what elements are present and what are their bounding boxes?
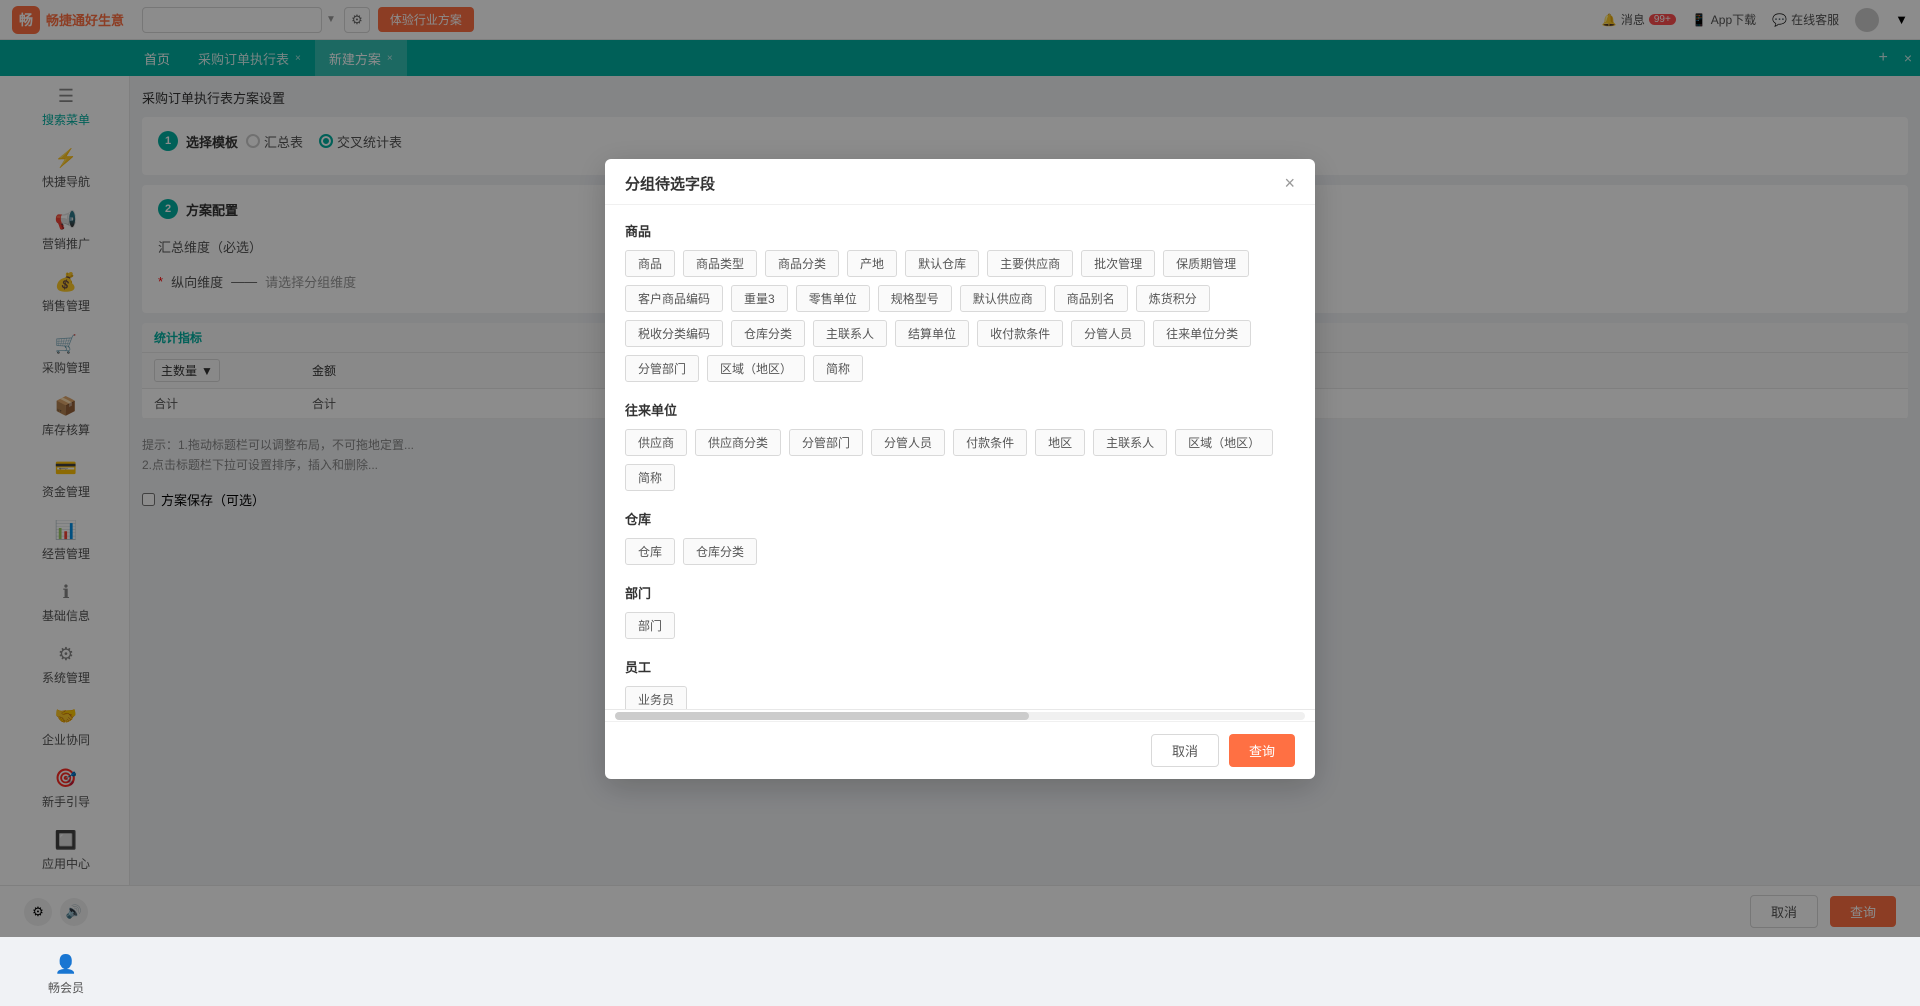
section-goods: 商品 商品 商品类型 商品分类 产地 默认仓库 主要供应商 批次管理 保质期管理… bbox=[625, 221, 1295, 382]
field-tag-goods-alias[interactable]: 商品别名 bbox=[1054, 285, 1128, 312]
member-icon: 👤 bbox=[55, 954, 77, 975]
field-tag-origin[interactable]: 产地 bbox=[847, 250, 897, 277]
section-employee: 员工 业务员 bbox=[625, 657, 1295, 709]
section-warehouse: 仓库 仓库 仓库分类 bbox=[625, 509, 1295, 565]
modal-footer: 取消 查询 bbox=[605, 721, 1315, 779]
field-tag-customer-goods-code[interactable]: 客户商品编码 bbox=[625, 285, 723, 312]
field-tag-cp-main-contact[interactable]: 主联系人 bbox=[1093, 429, 1167, 456]
sidebar-item-member[interactable]: 👤 畅会员 bbox=[0, 944, 129, 1006]
modal-h-scrollbar-area bbox=[605, 709, 1315, 721]
section-goods-tags: 商品 商品类型 商品分类 产地 默认仓库 主要供应商 批次管理 保质期管理 客户… bbox=[625, 250, 1295, 382]
field-tag-settlement-unit[interactable]: 结算单位 bbox=[895, 320, 969, 347]
field-tag-wh-category[interactable]: 仓库分类 bbox=[683, 538, 757, 565]
field-tag-goods[interactable]: 商品 bbox=[625, 250, 675, 277]
section-department-title: 部门 bbox=[625, 583, 1295, 602]
field-tag-retail-unit[interactable]: 零售单位 bbox=[796, 285, 870, 312]
field-tag-goods-type[interactable]: 商品类型 bbox=[683, 250, 757, 277]
modal-header: 分组待选字段 × bbox=[605, 159, 1315, 205]
section-employee-title: 员工 bbox=[625, 657, 1295, 676]
field-tag-manager[interactable]: 分管人员 bbox=[1071, 320, 1145, 347]
field-tag-cp-manager[interactable]: 分管人员 bbox=[871, 429, 945, 456]
field-tag-cp-area[interactable]: 区域（地区） bbox=[1175, 429, 1273, 456]
field-tag-supplier[interactable]: 供应商 bbox=[625, 429, 687, 456]
field-tag-default-supplier[interactable]: 默认供应商 bbox=[960, 285, 1046, 312]
field-tag-cp-payment[interactable]: 付款条件 bbox=[953, 429, 1027, 456]
section-goods-title: 商品 bbox=[625, 221, 1295, 240]
field-tag-shelf-life[interactable]: 保质期管理 bbox=[1163, 250, 1249, 277]
field-selection-modal: 分组待选字段 × 商品 商品 商品类型 商品分类 产地 默认仓库 主要供应商 批… bbox=[605, 159, 1315, 779]
field-tag-batch-mgmt[interactable]: 批次管理 bbox=[1081, 250, 1155, 277]
field-tag-wh[interactable]: 仓库 bbox=[625, 538, 675, 565]
modal-body: 商品 商品 商品类型 商品分类 产地 默认仓库 主要供应商 批次管理 保质期管理… bbox=[605, 205, 1315, 709]
section-counterpart-tags: 供应商 供应商分类 分管部门 分管人员 付款条件 地区 主联系人 区域（地区） … bbox=[625, 429, 1295, 491]
field-tag-cp-short-name[interactable]: 简称 bbox=[625, 464, 675, 491]
field-tag-salesperson[interactable]: 业务员 bbox=[625, 686, 687, 709]
modal-cancel-button[interactable]: 取消 bbox=[1151, 734, 1219, 767]
field-tag-short-name[interactable]: 简称 bbox=[813, 355, 863, 382]
section-employee-tags: 业务员 bbox=[625, 686, 1295, 709]
field-tag-weight3[interactable]: 重量3 bbox=[731, 285, 788, 312]
section-counterpart-title: 往来单位 bbox=[625, 400, 1295, 419]
section-department: 部门 部门 bbox=[625, 583, 1295, 639]
field-tag-warehouse-category[interactable]: 仓库分类 bbox=[731, 320, 805, 347]
field-tag-goods-category[interactable]: 商品分类 bbox=[765, 250, 839, 277]
h-scrollbar-track[interactable] bbox=[615, 712, 1305, 720]
field-tag-supplier-category[interactable]: 供应商分类 bbox=[695, 429, 781, 456]
field-tag-division-dept[interactable]: 分管部门 bbox=[625, 355, 699, 382]
field-tag-payment-terms[interactable]: 收付款条件 bbox=[977, 320, 1063, 347]
field-tag-spec-model[interactable]: 规格型号 bbox=[878, 285, 952, 312]
modal-confirm-button[interactable]: 查询 bbox=[1229, 734, 1295, 767]
section-department-tags: 部门 bbox=[625, 612, 1295, 639]
modal-title: 分组待选字段 bbox=[625, 173, 715, 194]
modal-close-icon[interactable]: × bbox=[1284, 173, 1295, 194]
section-counterpart: 往来单位 供应商 供应商分类 分管部门 分管人员 付款条件 地区 主联系人 区域… bbox=[625, 400, 1295, 491]
field-tag-counterpart-category[interactable]: 往来单位分类 bbox=[1153, 320, 1251, 347]
field-tag-default-warehouse[interactable]: 默认仓库 bbox=[905, 250, 979, 277]
section-warehouse-tags: 仓库 仓库分类 bbox=[625, 538, 1295, 565]
field-tag-main-supplier[interactable]: 主要供应商 bbox=[987, 250, 1073, 277]
modal-overlay[interactable]: 分组待选字段 × 商品 商品 商品类型 商品分类 产地 默认仓库 主要供应商 批… bbox=[0, 0, 1920, 937]
h-scrollbar-thumb[interactable] bbox=[615, 712, 1029, 720]
field-tag-dept[interactable]: 部门 bbox=[625, 612, 675, 639]
field-tag-smelting-points[interactable]: 炼货积分 bbox=[1136, 285, 1210, 312]
field-tag-tax-code[interactable]: 税收分类编码 bbox=[625, 320, 723, 347]
section-warehouse-title: 仓库 bbox=[625, 509, 1295, 528]
field-tag-cp-division-dept[interactable]: 分管部门 bbox=[789, 429, 863, 456]
field-tag-main-contact[interactable]: 主联系人 bbox=[813, 320, 887, 347]
field-tag-cp-region[interactable]: 地区 bbox=[1035, 429, 1085, 456]
field-tag-region[interactable]: 区域（地区） bbox=[707, 355, 805, 382]
